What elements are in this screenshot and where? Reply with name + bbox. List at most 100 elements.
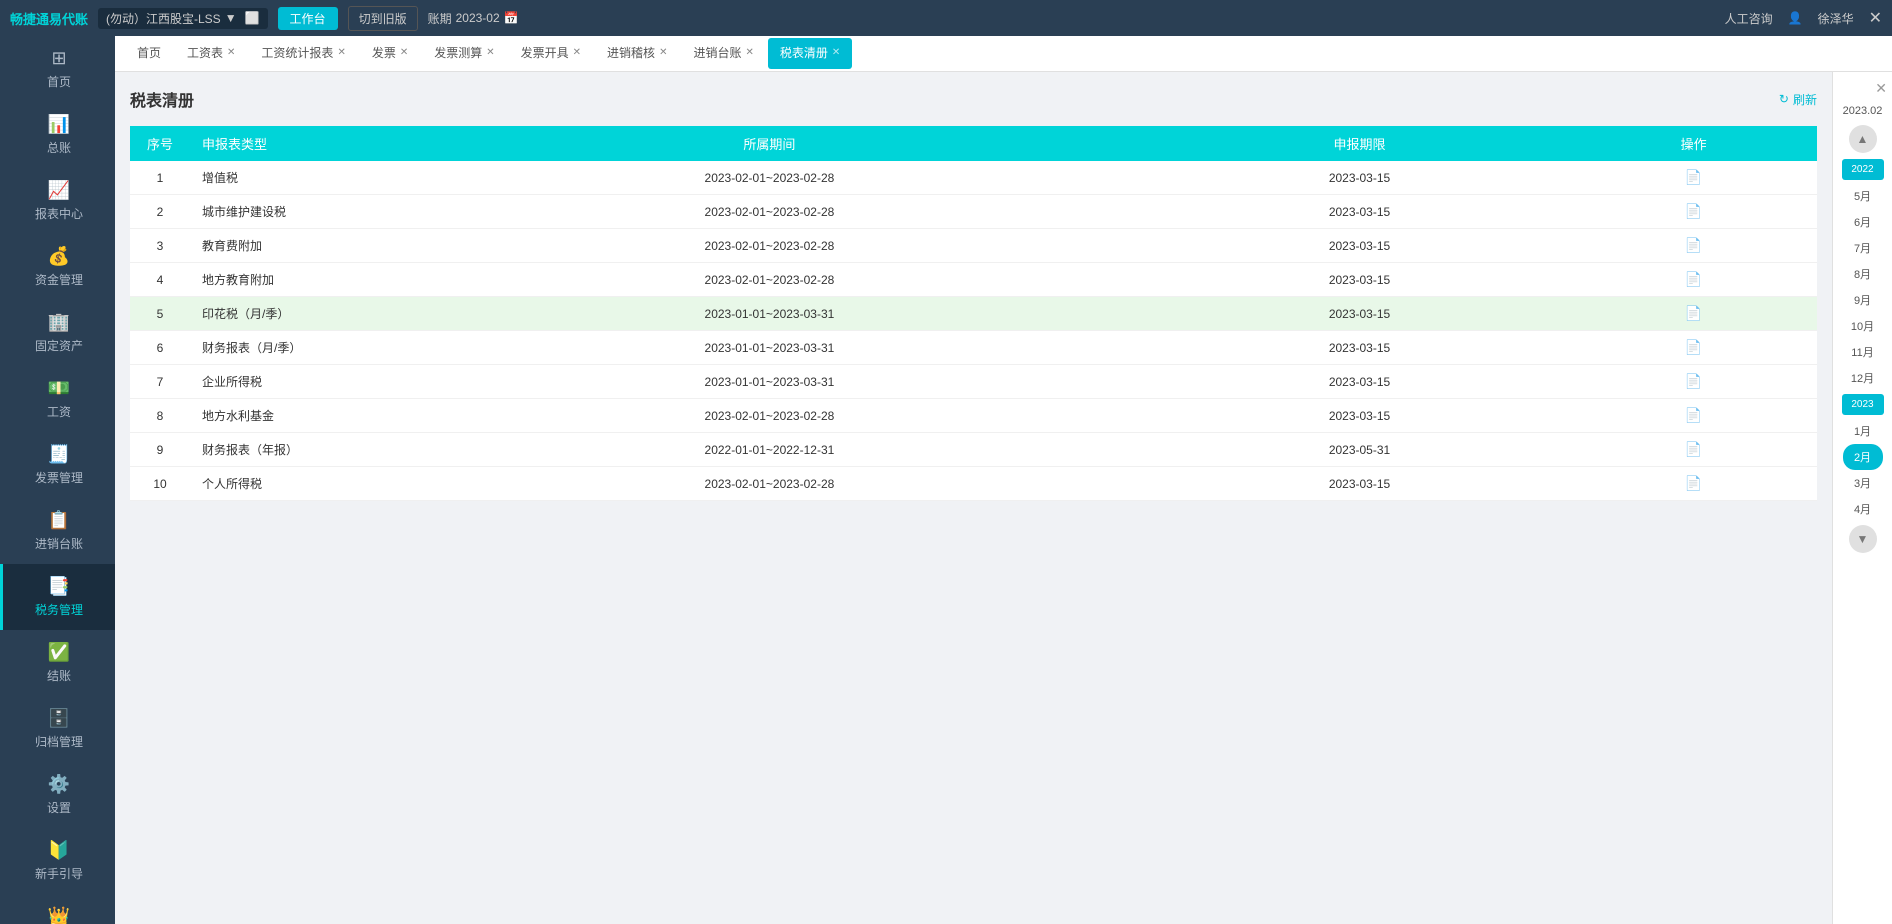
tab-close-purchase-ledger[interactable]: ✕ bbox=[745, 47, 753, 58]
top-bar: 畅捷通易代账 (勿动）江西股宝-LSS ▼ ⬜ 工作台 切到旧版 账期 2023… bbox=[0, 0, 1892, 36]
tab-tax-clear[interactable]: 税表清册 ✕ bbox=[768, 38, 852, 69]
view-action-icon[interactable]: 📄 bbox=[1685, 475, 1702, 491]
month-2023-2[interactable]: 2月 bbox=[1843, 444, 1883, 470]
settings-icon: ⚙️ bbox=[48, 774, 70, 795]
year-2023-label[interactable]: 2023 bbox=[1842, 394, 1884, 415]
tab-close-salary[interactable]: ✕ bbox=[227, 47, 235, 58]
cell-no: 3 bbox=[130, 229, 190, 263]
sidebar-item-label: 总账 bbox=[47, 139, 71, 156]
cell-type: 地方水利基金 bbox=[190, 399, 390, 433]
refresh-button[interactable]: ↻ 刷新 bbox=[1779, 91, 1817, 108]
sidebar: ⊞ 首页 📊 总账 📈 报表中心 💰 资金管理 🏢 固定资产 💵 工资 🧾 发票… bbox=[0, 36, 115, 924]
user-avatar[interactable]: 👤 bbox=[1788, 11, 1803, 25]
month-2022-12[interactable]: 12月 bbox=[1843, 365, 1883, 391]
month-2023-1[interactable]: 1月 bbox=[1843, 418, 1883, 444]
sidebar-item-archive[interactable]: 🗄️ 归档管理 bbox=[0, 696, 115, 762]
cell-no: 1 bbox=[130, 161, 190, 195]
view-action-icon[interactable]: 📄 bbox=[1685, 339, 1702, 355]
tab-close-purchase-check[interactable]: ✕ bbox=[659, 47, 667, 58]
panel-down-button[interactable]: ▼ bbox=[1849, 525, 1877, 553]
sidebar-item-guide[interactable]: 🔰 新手引导 bbox=[0, 828, 115, 894]
sidebar-item-label: 设置 bbox=[47, 799, 71, 816]
switch-version-button[interactable]: 切到旧版 bbox=[348, 6, 418, 31]
sidebar-item-member[interactable]: 👑 畅会员 bbox=[0, 894, 115, 924]
view-action-icon[interactable]: 📄 bbox=[1685, 271, 1702, 287]
tab-invoice-open[interactable]: 发票开具 ✕ bbox=[509, 38, 593, 69]
tab-close-salary-report[interactable]: ✕ bbox=[337, 47, 345, 58]
page-main: 税表清册 ↻ 刷新 序号 申报表类型 所属期间 申报期限 操作 bbox=[115, 72, 1832, 924]
period-display: 账期 2023-02 📅 bbox=[428, 10, 519, 27]
month-2023-3[interactable]: 3月 bbox=[1843, 470, 1883, 496]
tab-close-invoice[interactable]: ✕ bbox=[400, 47, 408, 58]
cell-action: 📄 bbox=[1570, 399, 1817, 433]
main-layout: ⊞ 首页 📊 总账 📈 报表中心 💰 资金管理 🏢 固定资产 💵 工资 🧾 发票… bbox=[0, 36, 1892, 924]
table-row: 6财务报表（月/季）2023-01-01~2023-03-312023-03-1… bbox=[130, 331, 1817, 365]
sidebar-item-purchase[interactable]: 📋 进销台账 bbox=[0, 498, 115, 564]
tab-salary[interactable]: 工资表 ✕ bbox=[175, 38, 247, 69]
page-header: 税表清册 ↻ 刷新 bbox=[130, 87, 1817, 111]
tab-salary-report[interactable]: 工资统计报表 ✕ bbox=[249, 38, 357, 69]
tab-purchase-ledger[interactable]: 进销台账 ✕ bbox=[681, 38, 765, 69]
workspace-button[interactable]: 工作台 bbox=[278, 7, 338, 30]
month-2023-4[interactable]: 4月 bbox=[1843, 496, 1883, 522]
cell-deadline: 2023-03-15 bbox=[1149, 297, 1570, 331]
sidebar-item-label: 进销台账 bbox=[35, 535, 83, 552]
sidebar-item-tax[interactable]: 📑 税务管理 bbox=[0, 564, 115, 630]
cell-no: 10 bbox=[130, 467, 190, 501]
tab-invoice[interactable]: 发票 ✕ bbox=[360, 38, 420, 69]
sidebar-item-fund[interactable]: 💰 资金管理 bbox=[0, 234, 115, 300]
month-2022-5[interactable]: 5月 bbox=[1843, 183, 1883, 209]
human-consult-link[interactable]: 人工咨询 bbox=[1725, 10, 1773, 27]
invoice-icon: 🧾 bbox=[48, 444, 70, 465]
year-2022-label[interactable]: 2022 bbox=[1842, 159, 1884, 180]
sidebar-item-settings[interactable]: ⚙️ 设置 bbox=[0, 762, 115, 828]
cell-type: 财务报表（年报） bbox=[190, 433, 390, 467]
tab-close-invoice-calc[interactable]: ✕ bbox=[486, 47, 494, 58]
col-deadline: 申报期限 bbox=[1149, 126, 1570, 161]
cell-type: 企业所得税 bbox=[190, 365, 390, 399]
view-action-icon[interactable]: 📄 bbox=[1685, 407, 1702, 423]
month-2022-9[interactable]: 9月 bbox=[1843, 287, 1883, 313]
view-action-icon[interactable]: 📄 bbox=[1685, 373, 1702, 389]
cell-no: 5 bbox=[130, 297, 190, 331]
view-action-icon[interactable]: 📄 bbox=[1685, 237, 1702, 253]
view-action-icon[interactable]: 📄 bbox=[1685, 305, 1702, 321]
sidebar-item-report[interactable]: 📈 报表中心 bbox=[0, 168, 115, 234]
sidebar-item-invoice[interactable]: 🧾 发票管理 bbox=[0, 432, 115, 498]
close-app-icon[interactable]: ✕ bbox=[1869, 8, 1882, 28]
sidebar-item-salary[interactable]: 💵 工资 bbox=[0, 366, 115, 432]
tab-close-invoice-open[interactable]: ✕ bbox=[573, 47, 581, 58]
cell-deadline: 2023-03-15 bbox=[1149, 331, 1570, 365]
tab-home[interactable]: 首页 bbox=[125, 38, 173, 69]
panel-up-button[interactable]: ▲ bbox=[1849, 125, 1877, 153]
company-selector[interactable]: (勿动）江西股宝-LSS ▼ ⬜ bbox=[98, 8, 268, 29]
cell-type: 地方教育附加 bbox=[190, 263, 390, 297]
close-panel-button[interactable]: ✕ bbox=[1833, 77, 1892, 100]
table-row: 4地方教育附加2023-02-01~2023-02-282023-03-15📄 bbox=[130, 263, 1817, 297]
asset-icon: 🏢 bbox=[48, 312, 70, 333]
month-2022-6[interactable]: 6月 bbox=[1843, 209, 1883, 235]
month-2022-11[interactable]: 11月 bbox=[1843, 339, 1883, 365]
cell-period: 2023-02-01~2023-02-28 bbox=[390, 195, 1149, 229]
cell-action: 📄 bbox=[1570, 229, 1817, 263]
col-action: 操作 bbox=[1570, 126, 1817, 161]
month-2022-8[interactable]: 8月 bbox=[1843, 261, 1883, 287]
sidebar-item-asset[interactable]: 🏢 固定资产 bbox=[0, 300, 115, 366]
purchase-icon: 📋 bbox=[48, 510, 70, 531]
tab-close-tax-clear[interactable]: ✕ bbox=[832, 47, 840, 58]
view-action-icon[interactable]: 📄 bbox=[1685, 203, 1702, 219]
table-row: 10个人所得税2023-02-01~2023-02-282023-03-15📄 bbox=[130, 467, 1817, 501]
month-2022-7[interactable]: 7月 bbox=[1843, 235, 1883, 261]
month-2022-10[interactable]: 10月 bbox=[1843, 313, 1883, 339]
refresh-icon: ↻ bbox=[1779, 92, 1789, 106]
sidebar-item-ledger[interactable]: 📊 总账 bbox=[0, 102, 115, 168]
view-action-icon[interactable]: 📄 bbox=[1685, 441, 1702, 457]
sidebar-item-home[interactable]: ⊞ 首页 bbox=[0, 36, 115, 102]
tab-purchase-check[interactable]: 进销稽核 ✕ bbox=[595, 38, 679, 69]
salary-icon: 💵 bbox=[48, 378, 70, 399]
cell-no: 6 bbox=[130, 331, 190, 365]
cell-period: 2023-01-01~2023-03-31 bbox=[390, 331, 1149, 365]
sidebar-item-closing[interactable]: ✅ 结账 bbox=[0, 630, 115, 696]
view-action-icon[interactable]: 📄 bbox=[1685, 169, 1702, 185]
tab-invoice-calc[interactable]: 发票测算 ✕ bbox=[422, 38, 506, 69]
